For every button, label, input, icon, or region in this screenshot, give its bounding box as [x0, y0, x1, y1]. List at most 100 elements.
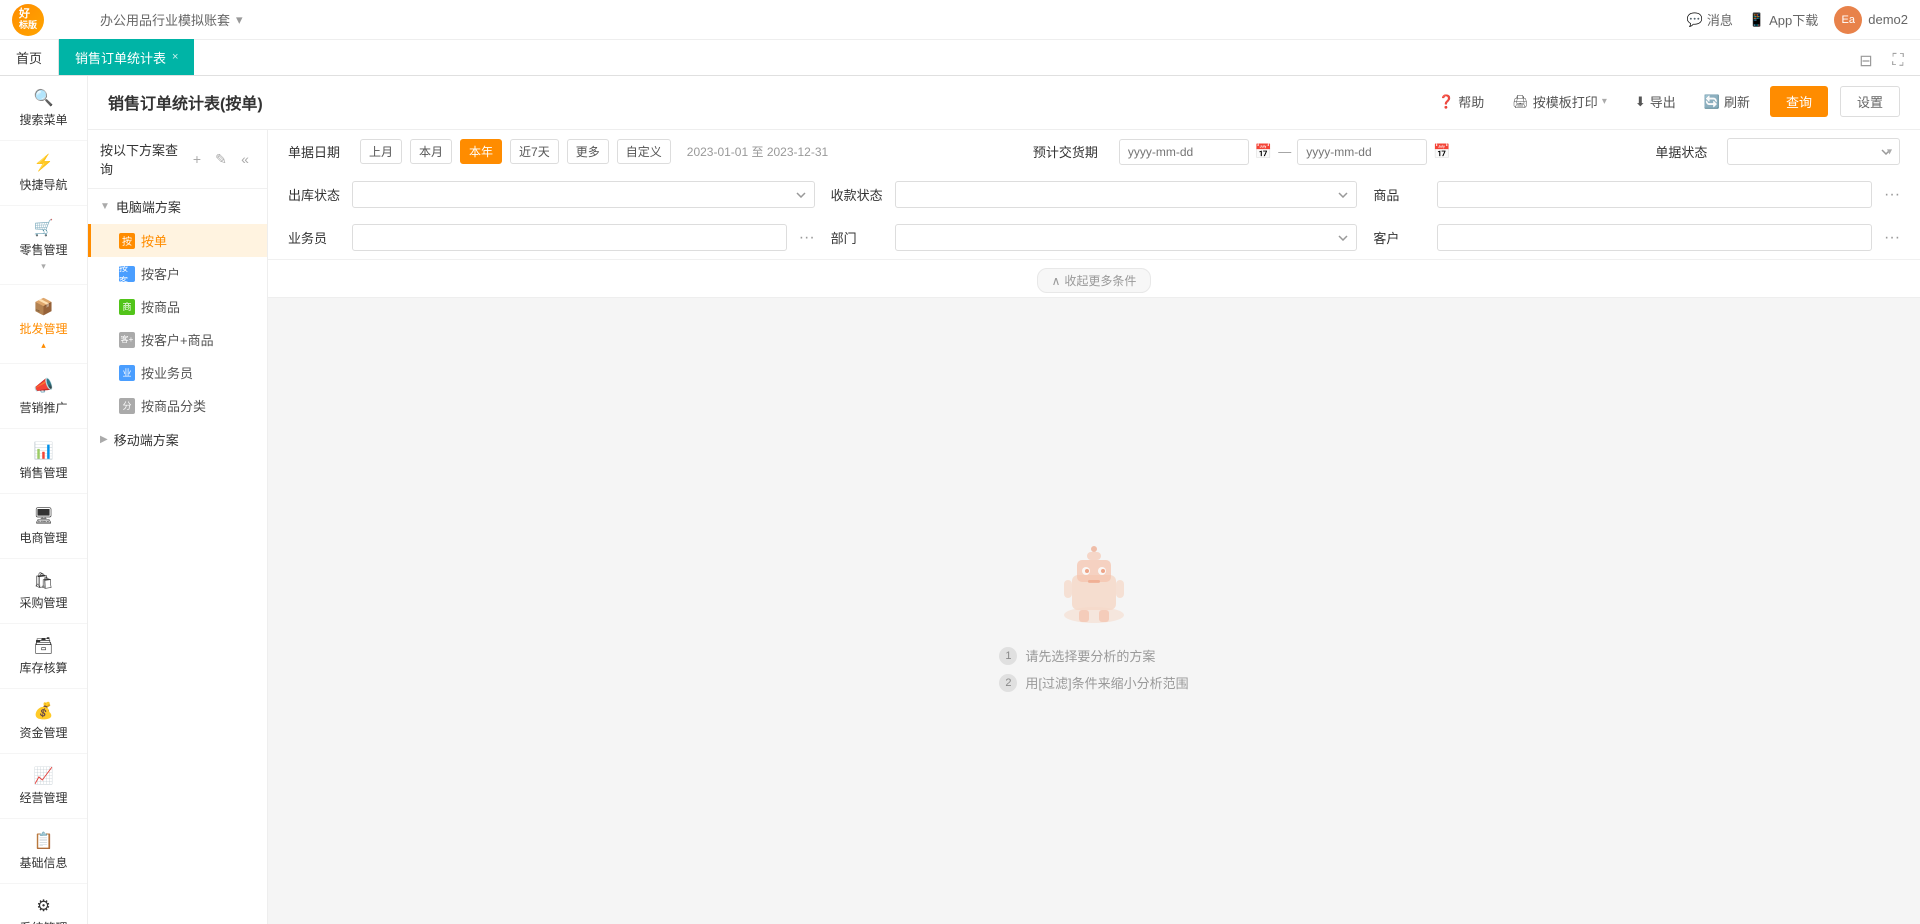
empty-state: 1 请先选择要分析的方案 2 用[过滤]条件来缩小分析范围 [999, 530, 1188, 692]
help-btn[interactable]: ❓ 帮助 [1430, 88, 1492, 115]
predict-date-to[interactable] [1297, 139, 1427, 165]
calendar-to-icon[interactable]: 📅 [1433, 143, 1450, 160]
export-btn[interactable]: ⬇ 导出 [1627, 88, 1684, 115]
edit-scheme-btn[interactable]: ✎ [211, 149, 231, 169]
settings-btn[interactable]: 设置 [1840, 86, 1900, 117]
by-salesperson-label: 按业务员 [141, 363, 193, 382]
print-btn[interactable]: 🖨 按模板打印 ▾ [1504, 88, 1615, 115]
goods-input[interactable] [1437, 181, 1872, 208]
by-cust-goods-label: 按客户+商品 [141, 330, 214, 349]
filter-salesperson-item: 业务员 ··· [288, 224, 815, 251]
filter-row-3: 业务员 ··· 部门 [288, 216, 1900, 259]
date-btn-this-year[interactable]: 本年 [460, 139, 502, 164]
active-tab-label: 销售订单统计表 [75, 48, 166, 67]
date-btn-custom[interactable]: 自定义 [617, 139, 671, 164]
sidebar-item-finance[interactable]: 💰 资金管理 [0, 689, 87, 754]
filter-payment-item: 收款状态 [831, 181, 1358, 208]
status-select[interactable] [1727, 138, 1900, 165]
dept-select-wrap [895, 224, 1358, 251]
tab-close-btn[interactable]: × [172, 51, 178, 63]
sidebar-item-basic-info[interactable]: 📋 基础信息 [0, 819, 87, 884]
filter-dept-item: 部门 [831, 224, 1358, 251]
by-goods-icon: 商 [119, 299, 135, 315]
message-btn[interactable]: 💬 消息 [1687, 10, 1733, 29]
scheme-item-by-customer[interactable]: 按客 按客户 [88, 257, 267, 290]
scheme-item-by-salesperson[interactable]: 业 按业务员 [88, 356, 267, 389]
scheme-item-by-goods[interactable]: 商 按商品 [88, 290, 267, 323]
collapse-label: 收起更多条件 [1064, 272, 1136, 289]
sidebar-item-sales[interactable]: 📊 销售管理 [0, 429, 87, 494]
tab-home[interactable]: 首页 [0, 39, 59, 75]
header-actions: ❓ 帮助 🖨 按模板打印 ▾ ⬇ 导出 🔄 刷新 [1430, 86, 1900, 117]
add-scheme-btn[interactable]: + [187, 149, 207, 169]
page-header: 销售订单统计表(按单) ❓ 帮助 🖨 按模板打印 ▾ ⬇ 导出 [88, 76, 1920, 130]
salesperson-ellipsis[interactable]: ··· [799, 229, 815, 247]
date-btn-last-month[interactable]: 上月 [360, 139, 402, 164]
user-avatar: Ea [1834, 6, 1862, 34]
sidebar-item-sys-mgmt[interactable]: ⚙ 系统管理 [0, 884, 87, 924]
collapse-row: ∧ 收起更多条件 [268, 259, 1920, 297]
username-label: demo2 [1868, 12, 1908, 27]
delivery-select[interactable] [352, 181, 815, 208]
filter-panel-wrap: 单据日期 上月 本月 本年 近7天 更多 自定义 2023-01-01 至 20… [268, 130, 1920, 298]
export-icon: ⬇ [1635, 94, 1646, 110]
top-bar-right: 💬 消息 📱 App下载 Ea demo2 [1687, 6, 1908, 34]
dept-select[interactable] [895, 224, 1358, 251]
by-category-icon: 分 [119, 398, 135, 414]
finance-icon: 💰 [34, 701, 54, 721]
sidebar-item-operation[interactable]: 📈 经营管理 [0, 754, 87, 819]
sidebar-item-retail[interactable]: 🛒 零售管理 ▾ [0, 206, 87, 285]
by-salesperson-icon: 业 [119, 365, 135, 381]
calendar-from-icon[interactable]: 📅 [1255, 143, 1272, 160]
date-btn-7days[interactable]: 近7天 [510, 139, 559, 164]
retail-arrow: ▾ [41, 261, 46, 272]
sidebar-item-purchase[interactable]: 🛍 采购管理 [0, 559, 87, 624]
scheme-group-mobile-title[interactable]: ▶ 移动端方案 [88, 422, 267, 457]
refresh-btn[interactable]: 🔄 刷新 [1696, 88, 1758, 115]
scheme-group-desktop: ▼ 电脑端方案 按 按单 按客 按客户 商 按商品 [88, 189, 267, 422]
collapse-btn[interactable]: ∧ 收起更多条件 [1037, 268, 1152, 293]
edit-icon: ✎ [215, 151, 227, 168]
collapse-up-icon: ∧ [1052, 274, 1061, 288]
customer-input[interactable] [1437, 224, 1872, 251]
delivery-label: 出库状态 [288, 185, 344, 204]
industry-label: 办公用品行业模拟账套 [100, 10, 230, 29]
date-btn-more[interactable]: 更多 [567, 139, 609, 164]
minimize-icon: ⊟ [1859, 51, 1872, 71]
query-btn[interactable]: 查询 [1770, 86, 1828, 117]
sidebar-item-ecommerce[interactable]: 🖥 电商管理 [0, 494, 87, 559]
payment-select[interactable] [895, 181, 1358, 208]
date-btn-this-month[interactable]: 本月 [410, 139, 452, 164]
dept-label: 部门 [831, 228, 887, 247]
tip-num-2: 2 [999, 674, 1017, 692]
user-area[interactable]: Ea demo2 [1834, 6, 1908, 34]
goods-ellipsis[interactable]: ··· [1884, 186, 1900, 204]
sidebar-item-wholesale[interactable]: 📦 批发管理 ▴ [0, 285, 87, 364]
app-download-btn[interactable]: 📱 App下载 [1749, 10, 1818, 29]
predict-date-from[interactable] [1119, 139, 1249, 165]
scheme-group-desktop-title[interactable]: ▼ 电脑端方案 [88, 189, 267, 224]
content-inner: 按以下方案查询 + ✎ « ▼ 电脑端方案 [88, 130, 1920, 924]
scheme-item-by-cust-goods[interactable]: 客+ 按客户+商品 [88, 323, 267, 356]
sidebar-item-quick-nav[interactable]: ⚡ 快捷导航 [0, 141, 87, 206]
customer-ellipsis[interactable]: ··· [1884, 229, 1900, 247]
help-label: 帮助 [1458, 92, 1484, 111]
sidebar-item-search-menu[interactable]: 🔍 搜索菜单 [0, 76, 87, 141]
dropdown-icon[interactable]: ▾ [236, 12, 243, 28]
tab-active[interactable]: 销售订单统计表 × [59, 39, 194, 75]
mobile-group-label: 移动端方案 [114, 430, 179, 449]
page-title: 销售订单统计表(按单) [108, 90, 263, 114]
date-range-text: 2023-01-01 至 2023-12-31 [687, 143, 828, 160]
scheme-item-by-order[interactable]: 按 按单 [88, 224, 267, 257]
filter-row-1: 单据日期 上月 本月 本年 近7天 更多 自定义 2023-01-01 至 20… [288, 130, 1900, 173]
tab-fullscreen-btn[interactable]: ⛶ [1884, 47, 1912, 75]
print-label: 按模板打印 [1533, 92, 1598, 111]
sidebar-item-marketing[interactable]: 📣 营销推广 [0, 364, 87, 429]
tab-minimize-btn[interactable]: ⊟ [1852, 47, 1880, 75]
collapse-panel-btn[interactable]: « [235, 149, 255, 169]
refresh-label: 刷新 [1724, 92, 1750, 111]
scheme-item-by-category[interactable]: 分 按商品分类 [88, 389, 267, 422]
by-category-label: 按商品分类 [141, 396, 206, 415]
salesperson-input[interactable] [352, 224, 787, 251]
sidebar-item-inventory[interactable]: 🗃 库存核算 [0, 624, 87, 689]
